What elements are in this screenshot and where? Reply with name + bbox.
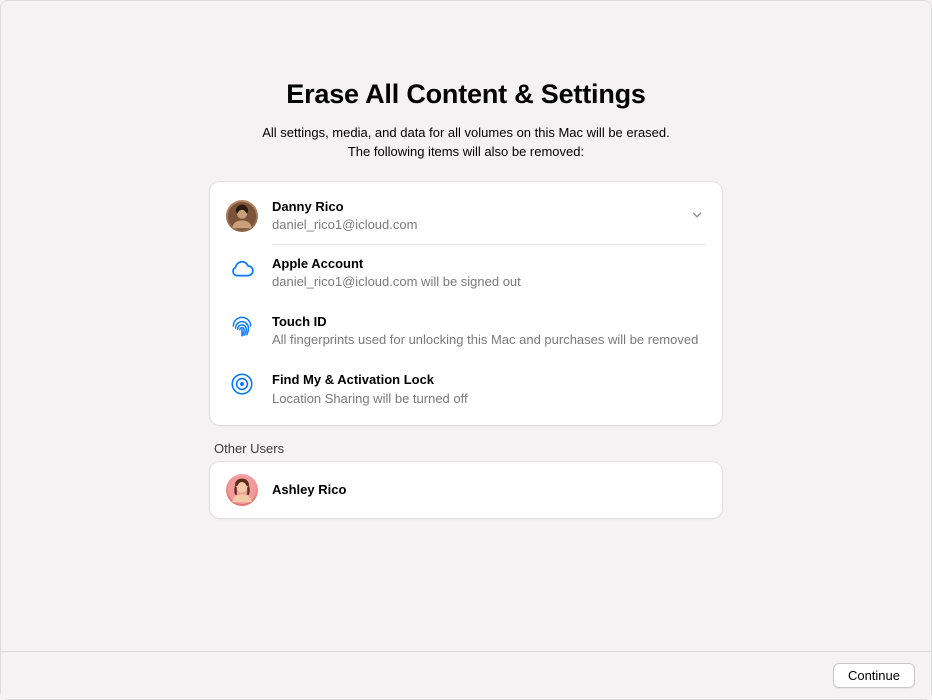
item-touch-id: Touch ID All fingerprints used for unloc…	[226, 303, 706, 361]
chevron-down-icon[interactable]	[682, 204, 706, 227]
primary-user-email: daniel_rico1@icloud.com	[272, 216, 682, 234]
footer-bar: Continue	[1, 651, 931, 699]
item-title: Touch ID	[272, 313, 706, 331]
item-detail: Location Sharing will be turned off	[272, 390, 706, 408]
item-detail: daniel_rico1@icloud.com will be signed o…	[272, 273, 706, 291]
subtitle-line-2: The following items will also be removed…	[348, 144, 584, 159]
cloud-icon	[226, 255, 258, 281]
subtitle-line-1: All settings, media, and data for all vo…	[262, 125, 670, 140]
item-find-my: Find My & Activation Lock Location Shari…	[226, 361, 706, 419]
other-users-label: Other Users	[210, 441, 722, 456]
item-title: Find My & Activation Lock	[272, 371, 706, 389]
other-user-row[interactable]: Ashley Rico	[226, 470, 706, 510]
primary-user-row[interactable]: Danny Rico daniel_rico1@icloud.com	[226, 196, 706, 244]
avatar-primary	[226, 200, 258, 232]
item-apple-account: Apple Account daniel_rico1@icloud.com wi…	[226, 245, 706, 303]
other-user-name: Ashley Rico	[272, 481, 706, 499]
item-detail: All fingerprints used for unlocking this…	[272, 331, 706, 349]
page-subtitle: All settings, media, and data for all vo…	[262, 124, 670, 162]
items-card: Danny Rico daniel_rico1@icloud.com Apple…	[210, 182, 722, 425]
primary-user-name: Danny Rico	[272, 198, 682, 216]
item-title: Apple Account	[272, 255, 706, 273]
continue-button[interactable]: Continue	[833, 663, 915, 688]
findmy-icon	[226, 371, 258, 397]
fingerprint-icon	[226, 313, 258, 339]
other-users-card: Ashley Rico	[210, 462, 722, 518]
page-title: Erase All Content & Settings	[286, 79, 645, 110]
avatar-secondary	[226, 474, 258, 506]
